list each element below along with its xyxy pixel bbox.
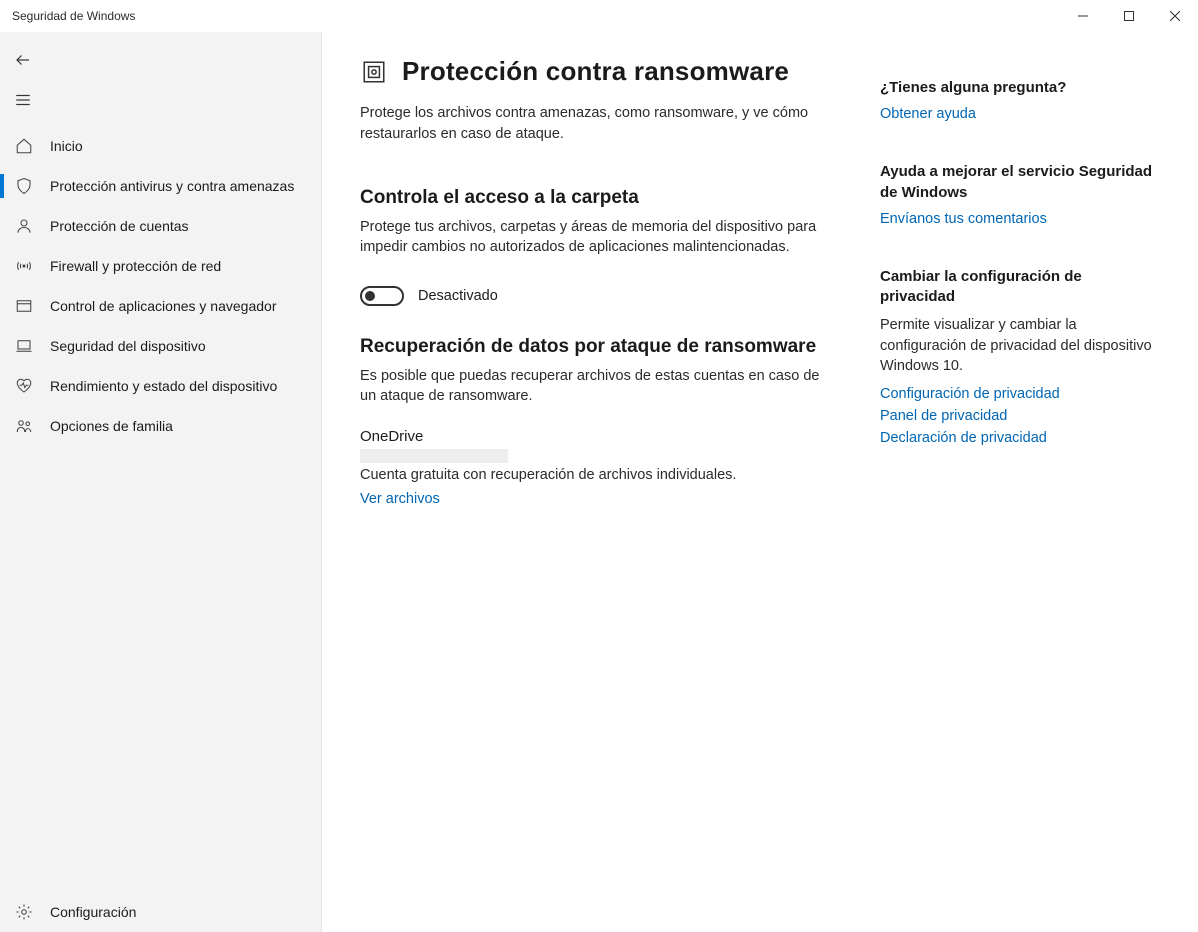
window-icon (14, 296, 34, 316)
nav-label: Configuración (50, 904, 136, 920)
nav-label: Protección antivirus y contra amenazas (50, 178, 294, 194)
nav-device-security[interactable]: Seguridad del dispositivo (0, 326, 321, 366)
minimize-button[interactable] (1060, 0, 1106, 32)
nav-label: Rendimiento y estado del dispositivo (50, 378, 277, 394)
page-description: Protege los archivos contra amenazas, co… (360, 103, 830, 145)
account-name: OneDrive (360, 428, 850, 445)
aside-title: Cambiar la configuración de privacidad (880, 267, 1160, 308)
nav-settings[interactable]: Configuración (0, 892, 321, 932)
folder-access-section: Controla el acceso a la carpeta Protege … (360, 187, 850, 306)
sidebar: Inicio Protección antivirus y contra ame… (0, 32, 322, 932)
page-header: Protección contra ransomware (360, 56, 850, 87)
window-controls (1060, 0, 1198, 32)
account-description: Cuenta gratuita con recuperación de arch… (360, 467, 850, 483)
ransomware-icon (360, 58, 388, 86)
family-icon (14, 416, 34, 436)
section-description: Es posible que puedas recuperar archivos… (360, 366, 830, 407)
titlebar: Seguridad de Windows (0, 0, 1198, 32)
section-description: Protege tus archivos, carpetas y áreas d… (360, 217, 830, 258)
nav-label: Seguridad del dispositivo (50, 338, 206, 354)
shield-icon (14, 176, 34, 196)
privacy-statement-link[interactable]: Declaración de privacidad (880, 430, 1160, 446)
content: Protección contra ransomware Protege los… (360, 56, 880, 932)
folder-access-toggle[interactable] (360, 286, 404, 306)
section-title: Recuperación de datos por ataque de rans… (360, 336, 850, 358)
window-title: Seguridad de Windows (12, 9, 1060, 23)
nav-label: Protección de cuentas (50, 218, 189, 234)
back-button[interactable] (0, 40, 321, 80)
home-icon (14, 136, 34, 156)
heart-icon (14, 376, 34, 396)
laptop-icon (14, 336, 34, 356)
gear-icon (14, 902, 34, 922)
hamburger-button[interactable] (0, 80, 321, 120)
aside-text: Permite visualizar y cambiar la configur… (880, 315, 1160, 376)
nav-label: Firewall y protección de red (50, 258, 221, 274)
maximize-button[interactable] (1106, 0, 1152, 32)
privacy-dashboard-link[interactable]: Panel de privacidad (880, 408, 1160, 424)
section-title: Controla el acceso a la carpeta (360, 187, 850, 209)
view-files-link[interactable]: Ver archivos (360, 491, 440, 507)
page-title: Protección contra ransomware (402, 56, 789, 87)
onedrive-block: OneDrive Cuenta gratuita con recuperació… (360, 428, 850, 507)
nav-app-browser[interactable]: Control de aplicaciones y navegador (0, 286, 321, 326)
nav-home[interactable]: Inicio (0, 126, 321, 166)
aside-help: ¿Tienes alguna pregunta? Obtener ayuda (880, 78, 1160, 122)
aside-privacy: Cambiar la configuración de privacidad P… (880, 267, 1160, 446)
nav-label: Opciones de familia (50, 418, 173, 434)
toggle-knob (365, 291, 375, 301)
nav-firewall[interactable]: Firewall y protección de red (0, 246, 321, 286)
nav: Inicio Protección antivirus y contra ame… (0, 126, 321, 891)
aside-title: ¿Tienes alguna pregunta? (880, 78, 1160, 98)
recovery-section: Recuperación de datos por ataque de rans… (360, 336, 850, 508)
folder-access-toggle-row: Desactivado (360, 286, 850, 306)
nav-account[interactable]: Protección de cuentas (0, 206, 321, 246)
account-email-redacted (360, 449, 508, 463)
nav-label: Inicio (50, 138, 83, 154)
get-help-link[interactable]: Obtener ayuda (880, 106, 1160, 122)
feedback-link[interactable]: Envíanos tus comentarios (880, 211, 1160, 227)
nav-virus-threat[interactable]: Protección antivirus y contra amenazas (0, 166, 321, 206)
nav-label: Control de aplicaciones y navegador (50, 298, 276, 314)
aside: ¿Tienes alguna pregunta? Obtener ayuda A… (880, 56, 1160, 932)
toggle-label: Desactivado (418, 288, 498, 304)
aside-feedback: Ayuda a mejorar el servicio Seguridad de… (880, 162, 1160, 227)
aside-title: Ayuda a mejorar el servicio Seguridad de… (880, 162, 1160, 203)
antenna-icon (14, 256, 34, 276)
nav-performance[interactable]: Rendimiento y estado del dispositivo (0, 366, 321, 406)
nav-family[interactable]: Opciones de familia (0, 406, 321, 446)
privacy-settings-link[interactable]: Configuración de privacidad (880, 386, 1160, 402)
close-button[interactable] (1152, 0, 1198, 32)
main: Protección contra ransomware Protege los… (322, 32, 1198, 932)
person-icon (14, 216, 34, 236)
